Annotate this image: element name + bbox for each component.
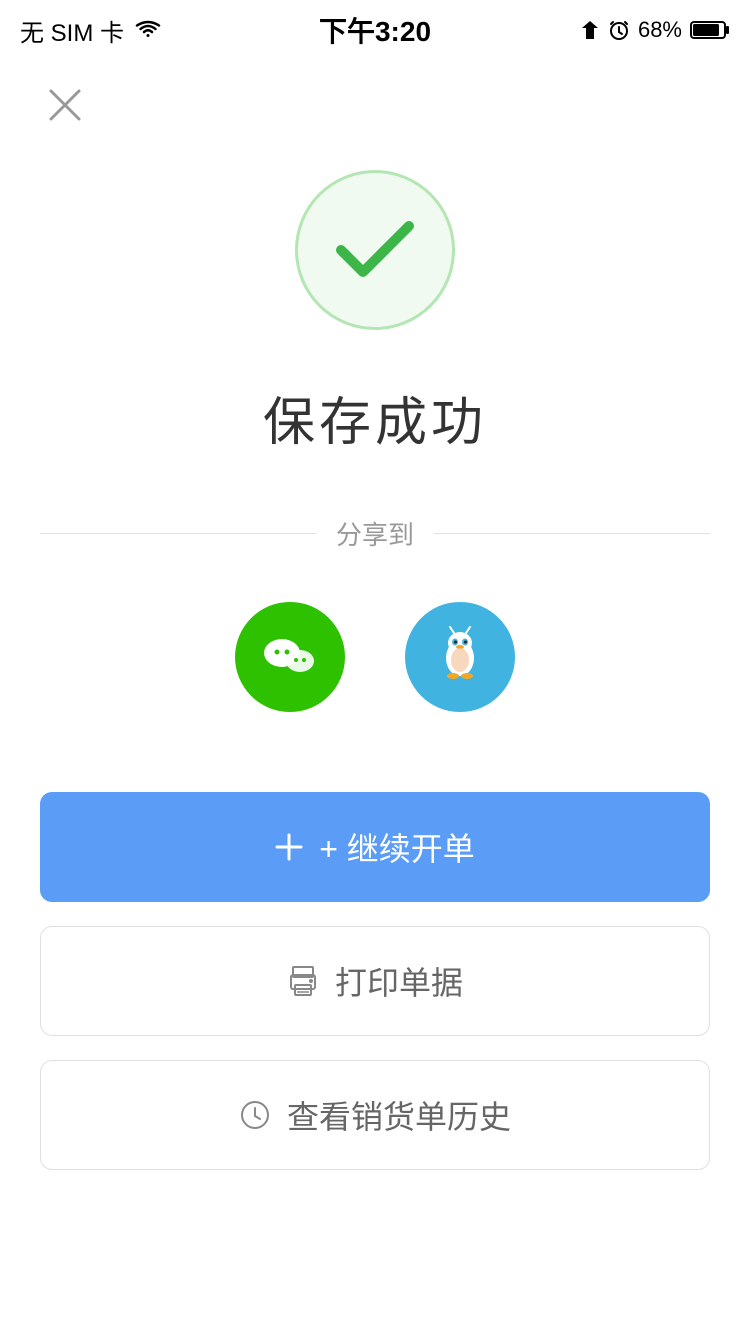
wechat-share-button[interactable] [235,602,345,712]
continue-button[interactable]: + 继续开单 [40,792,710,902]
status-bar: 无 SIM 卡 下午3:20 68% [0,0,750,60]
success-icon-circle [295,170,455,330]
continue-label: + 继续开单 [319,824,475,870]
close-icon [47,87,83,123]
status-left: 无 SIM 卡 [20,13,162,48]
close-button-container [40,80,710,130]
qq-share-button[interactable] [405,602,515,712]
sim-text: 无 SIM 卡 [20,13,124,48]
print-button[interactable]: 打印单据 [40,926,710,1036]
battery-percent: 68% [638,17,682,43]
divider-line-right [434,533,710,534]
main-content: 保存成功 分享到 [0,60,750,1190]
battery-icon [690,20,730,40]
print-label: 打印单据 [335,958,463,1004]
wifi-icon [134,20,162,40]
action-buttons: + 继续开单 打印单据 查看销货单历史 [40,792,710,1170]
close-button[interactable] [40,80,90,130]
checkmark-icon [335,220,415,280]
status-time: 下午3:20 [319,10,431,50]
clock-icon [239,1099,271,1131]
history-label: 查看销货单历史 [287,1092,511,1138]
location-icon [580,19,600,41]
share-label: 分享到 [336,515,414,552]
share-divider: 分享到 [40,515,710,552]
qq-icon [428,625,492,689]
share-icons-row [235,602,515,712]
status-right: 68% [580,17,730,43]
plus-icon [275,833,303,861]
divider-line-left [40,533,316,534]
success-title: 保存成功 [263,380,487,455]
history-button[interactable]: 查看销货单历史 [40,1060,710,1170]
alarm-icon [608,19,630,41]
wechat-icon [258,625,322,689]
printer-icon [287,965,319,997]
